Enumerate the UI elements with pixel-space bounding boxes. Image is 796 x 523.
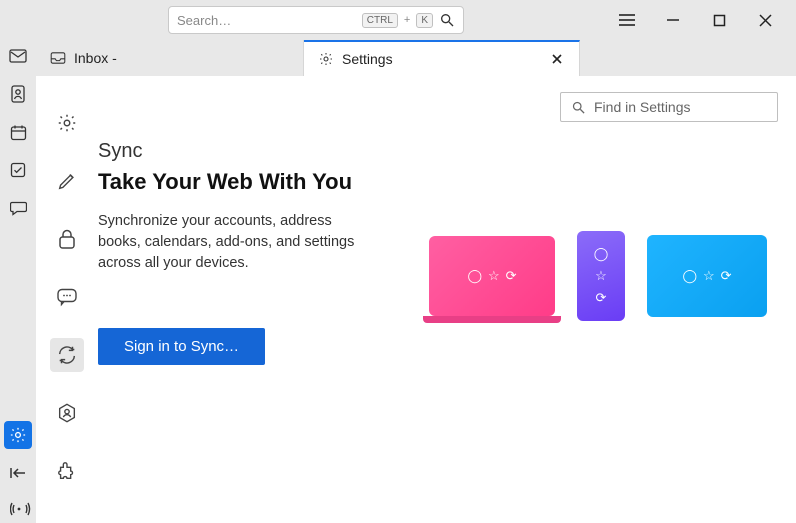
rail-chat[interactable] <box>4 194 32 222</box>
rail-mail[interactable] <box>4 42 32 70</box>
global-search[interactable]: CTRL + K <box>168 6 464 34</box>
window-controls <box>616 9 796 31</box>
gear-icon <box>56 112 78 134</box>
search-input[interactable] <box>177 13 356 28</box>
tab-inbox[interactable]: Inbox - <box>36 40 304 76</box>
chat-icon <box>10 200 27 216</box>
app-menu-button[interactable] <box>616 9 638 31</box>
find-placeholder: Find in Settings <box>594 99 691 115</box>
tasks-icon <box>10 162 26 178</box>
lock-icon <box>57 228 77 250</box>
shortcut-key-ctrl: CTRL <box>362 13 398 28</box>
sync-icon <box>56 344 78 366</box>
tab-inbox-label: Inbox - <box>74 50 117 66</box>
app-rail <box>0 40 36 523</box>
settings-cat-account[interactable] <box>50 396 84 430</box>
sync-headline: Take Your Web With You <box>98 169 398 195</box>
rail-collapse[interactable] <box>4 459 32 487</box>
device-phone-icon: ◯☆⟳ <box>577 231 625 321</box>
settings-cat-composition[interactable] <box>50 164 84 198</box>
chat-bubble-icon <box>56 287 78 307</box>
gear-icon <box>318 51 334 67</box>
settings-cat-chat[interactable] <box>50 280 84 314</box>
tab-bar: Inbox - Settings <box>36 40 796 76</box>
device-laptop-icon: ◯☆⟳ <box>429 236 555 316</box>
calendar-icon <box>10 124 27 141</box>
shortcut-plus: + <box>404 14 410 26</box>
mail-icon <box>9 49 27 63</box>
tab-settings[interactable]: Settings <box>304 40 580 76</box>
shortcut-key-k: K <box>416 13 433 28</box>
puzzle-icon <box>56 460 78 482</box>
device-tablet-icon: ◯☆⟳ <box>647 235 767 317</box>
gear-icon <box>9 426 27 444</box>
settings-cat-general[interactable] <box>50 106 84 140</box>
maximize-button[interactable] <box>708 9 730 31</box>
sync-description: Synchronize your accounts, address books… <box>98 211 368 274</box>
page-title: Sync <box>98 140 398 163</box>
search-icon <box>571 100 586 115</box>
inbox-icon <box>50 50 66 66</box>
sync-devices-illustration: ◯☆⟳ ◯☆⟳ ◯☆⟳ <box>418 186 778 365</box>
tab-settings-label: Settings <box>342 51 393 67</box>
settings-category-rail <box>36 76 98 523</box>
collapse-icon <box>9 466 27 480</box>
tab-close-button[interactable] <box>549 51 565 67</box>
settings-cat-sync[interactable] <box>50 338 84 372</box>
main-area: Inbox - Settings <box>36 40 796 523</box>
title-bar: CTRL + K <box>0 0 796 40</box>
settings-cat-addons[interactable] <box>50 454 84 488</box>
settings-cat-privacy[interactable] <box>50 222 84 256</box>
rail-calendar[interactable] <box>4 118 32 146</box>
close-icon <box>551 53 563 65</box>
rail-address-book[interactable] <box>4 80 32 108</box>
address-book-icon <box>10 85 26 103</box>
rail-settings[interactable] <box>4 421 32 449</box>
minimize-button[interactable] <box>662 9 684 31</box>
search-icon <box>439 12 455 28</box>
close-window-button[interactable] <box>754 9 776 31</box>
rail-tasks[interactable] <box>4 156 32 184</box>
pencil-icon <box>56 170 78 192</box>
hex-user-icon <box>56 402 78 424</box>
find-in-settings[interactable]: Find in Settings <box>560 92 778 122</box>
settings-content: Find in Settings Sync Take Your Web With… <box>36 76 796 523</box>
sign-in-to-sync-button[interactable]: Sign in to Sync… <box>98 328 265 365</box>
status-connection-icon <box>10 501 32 517</box>
settings-page: Find in Settings Sync Take Your Web With… <box>98 76 796 523</box>
